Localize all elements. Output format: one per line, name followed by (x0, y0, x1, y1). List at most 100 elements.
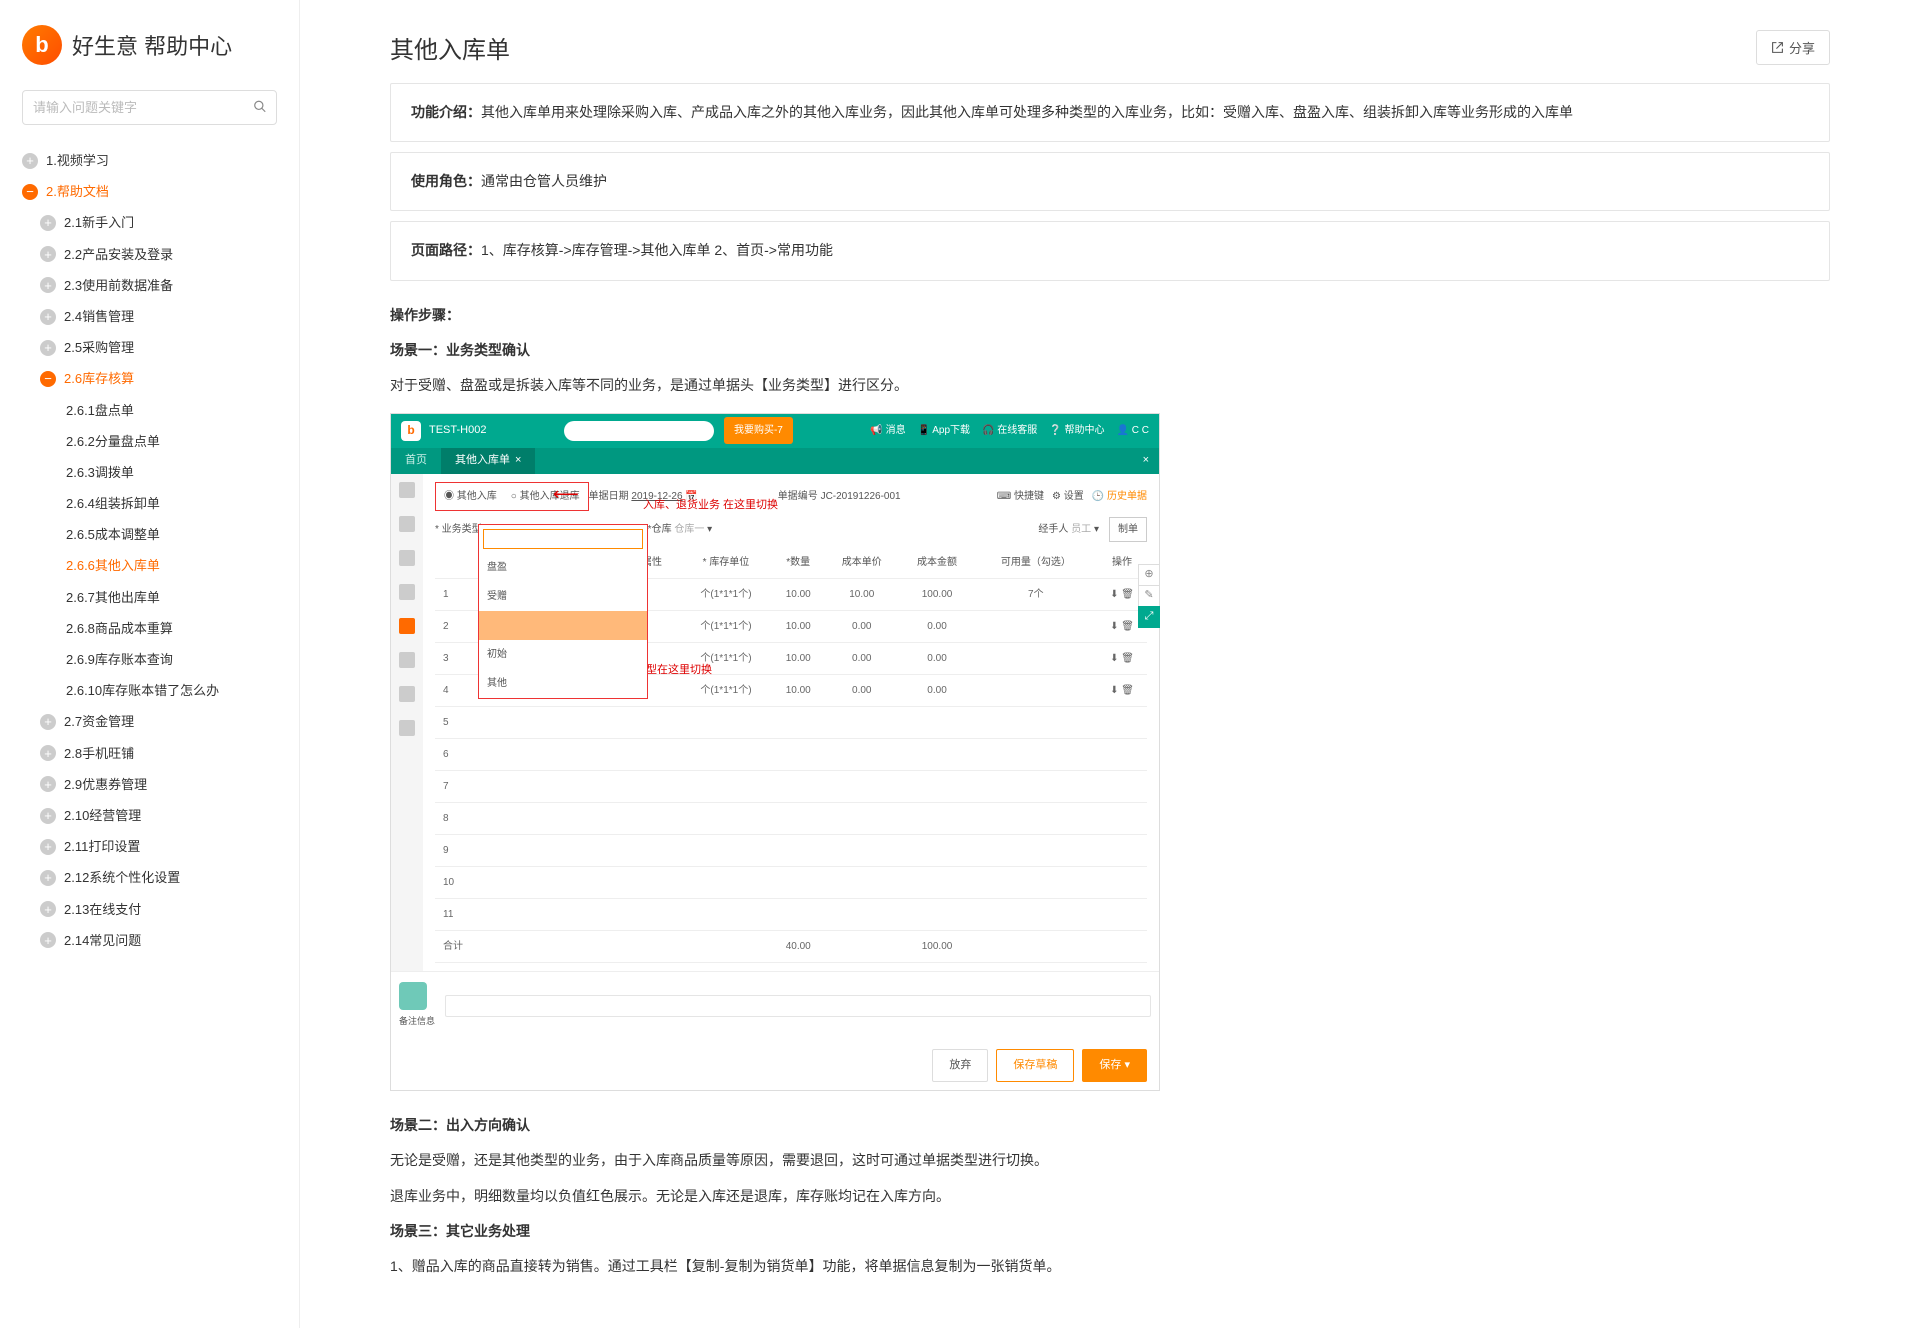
nav-2-6-8[interactable]: 2.6.8商品成本重算 (22, 613, 277, 644)
plus-icon: + (40, 745, 56, 761)
nav-2-5[interactable]: +2.5采购管理 (22, 332, 277, 363)
shot-nav-icon (399, 618, 415, 634)
shot-docno: 单据编号 JC-20191226-001 (778, 486, 901, 507)
nav-2-7[interactable]: +2.7资金管理 (22, 706, 277, 737)
nav-2-6[interactable]: −2.6库存核算 (22, 363, 277, 394)
shot-service: 🎧 在线客服 (982, 420, 1037, 441)
nav-2-6-3[interactable]: 2.6.3调拨单 (22, 457, 277, 488)
article-body: 操作步骤： 场景一：业务类型确认 对于受赠、盘盈或是拆装入库等不同的业务，是通过… (390, 301, 1830, 1282)
sidebar: b 好生意 帮助中心 +1.视频学习 −2.帮助文档 +2.1新手入门 +2.2… (0, 0, 300, 1328)
scene3-p1: 1、赠品入库的商品直接转为销售。通过工具栏【复制-复制为销货单】功能，将单据信息… (390, 1252, 1830, 1281)
brand-text: 好生意 帮助中心 (72, 29, 232, 61)
shot-tab-home: 首页 (391, 448, 441, 474)
plus-icon: + (40, 901, 56, 917)
red-arrow-icon: ⟵ (553, 476, 579, 514)
minus-icon: − (40, 371, 56, 387)
scene1-label: 场景一：业务类型确认 (390, 342, 530, 358)
shot-leftnav (391, 474, 423, 971)
shot-memo-input (445, 995, 1151, 1017)
nav-2-6-2[interactable]: 2.6.2分量盘点单 (22, 426, 277, 457)
nav-2-6-7[interactable]: 2.6.7其他出库单 (22, 582, 277, 613)
share-button[interactable]: 分享 (1756, 30, 1830, 65)
shot-help: ❔ 帮助中心 (1049, 420, 1104, 441)
shot-tab-close: × (1133, 449, 1159, 472)
scene2-p1: 无论是受赠，还是其他类型的业务，由于入库商品质量等原因，需要退回，这时可通过单据… (390, 1146, 1830, 1175)
nav-2-14[interactable]: +2.14常见问题 (22, 925, 277, 956)
scene2-p2: 退库业务中，明细数量均以负值红色展示。无论是入库还是退库，库存账均记在入库方向。 (390, 1182, 1830, 1211)
nav-2-2[interactable]: +2.2产品安装及登录 (22, 239, 277, 270)
plus-icon: + (40, 714, 56, 730)
sidetool-icon: ⤢ (1138, 606, 1160, 628)
search-icon[interactable] (253, 99, 267, 116)
shot-search (564, 421, 714, 441)
scene3-label: 场景三：其它业务处理 (390, 1223, 530, 1239)
shot-nav-icon (399, 584, 415, 600)
shot-logo-icon: b (401, 421, 421, 441)
shot-nav-icon (399, 482, 415, 498)
shot-biztype-dropdown: 盘盈 受赠 初始 其他 (478, 524, 648, 699)
nav-2-6-6[interactable]: 2.6.6其他入库单 (22, 550, 277, 581)
share-icon (1771, 41, 1784, 54)
nav-2-6-10[interactable]: 2.6.10库存账本错了怎么办 (22, 675, 277, 706)
nav-2-6-1[interactable]: 2.6.1盘点单 (22, 395, 277, 426)
plus-icon: + (40, 808, 56, 824)
shot-app: 📱 App下载 (918, 420, 970, 441)
nav-video[interactable]: +1.视频学习 (22, 145, 277, 176)
shot-make-btn: 制单 (1109, 517, 1147, 542)
shot-draft-btn: 保存草稿 (996, 1049, 1074, 1082)
nav-2-12[interactable]: +2.12系统个性化设置 (22, 862, 277, 893)
role-box: 使用角色：通常由仓管人员维护 (390, 152, 1830, 211)
nav-2-10[interactable]: +2.10经营管理 (22, 800, 277, 831)
shot-radio-in: ◉ 其他入库 (444, 486, 497, 507)
nav-tree: +1.视频学习 −2.帮助文档 +2.1新手入门 +2.2产品安装及登录 +2.… (22, 145, 277, 956)
nav-2-1[interactable]: +2.1新手入门 (22, 207, 277, 238)
nav-docs[interactable]: −2.帮助文档 (22, 176, 277, 207)
intro-box: 功能介绍：其他入库单用来处理除采购入库、产成品入库之外的其他入库业务，因此其他入… (390, 83, 1830, 142)
plus-icon: + (40, 932, 56, 948)
shot-side-tools: ⊕ ✎ ⤢ (1138, 564, 1160, 627)
shot-topbar: b TEST-H002 我要购买-7 📢 消息 📱 App下载 🎧 在线客服 ❔… (391, 414, 1159, 448)
plus-icon: + (40, 246, 56, 262)
nav-2-3[interactable]: +2.3使用前数据准备 (22, 270, 277, 301)
plus-icon: + (40, 776, 56, 792)
plus-icon: + (40, 277, 56, 293)
plus-icon: + (22, 153, 38, 169)
shot-msg: 📢 消息 (870, 420, 905, 441)
brand-row: b 好生意 帮助中心 (22, 25, 277, 65)
nav-2-11[interactable]: +2.11打印设置 (22, 831, 277, 862)
shot-nav-icon (399, 686, 415, 702)
shot-footer: 放弃 保存草稿 保存 ▾ (391, 1041, 1159, 1090)
shot-nav-icon (399, 652, 415, 668)
memo-icon (399, 982, 427, 1010)
nav-2-8[interactable]: +2.8手机旺铺 (22, 738, 277, 769)
nav-2-6-4[interactable]: 2.6.4组装拆卸单 (22, 488, 277, 519)
nav-2-13[interactable]: +2.13在线支付 (22, 894, 277, 925)
plus-icon: + (40, 309, 56, 325)
search-box (22, 90, 277, 125)
steps-label: 操作步骤： (390, 307, 460, 323)
shot-tabs: 首页 其他入库单× × (391, 448, 1159, 474)
nav-2-4[interactable]: +2.4销售管理 (22, 301, 277, 332)
shot-nav-icon (399, 720, 415, 736)
search-input[interactable] (22, 90, 277, 125)
nav-2-6-5[interactable]: 2.6.5成本调整单 (22, 519, 277, 550)
shot-memo-row: 备注信息 (391, 971, 1159, 1041)
sidetool-icon: ⊕ (1138, 564, 1160, 586)
shot-nav-icon (399, 516, 415, 532)
sidetool-icon: ✎ (1138, 585, 1160, 607)
shot-nav-icon (399, 550, 415, 566)
shot-tab-doc: 其他入库单× (441, 448, 535, 474)
path-box: 页面路径：1、库存核算->库存管理->其他入库单 2、首页->常用功能 (390, 221, 1830, 280)
screenshot-1: b TEST-H002 我要购买-7 📢 消息 📱 App下载 🎧 在线客服 ❔… (390, 413, 1830, 1091)
red-annotation-1: 入库、退货业务 在这里切换 (643, 494, 778, 517)
plus-icon: + (40, 215, 56, 231)
main-content: 其他入库单 分享 功能介绍：其他入库单用来处理除采购入库、产成品入库之外的其他入… (300, 0, 1920, 1328)
minus-icon: − (22, 184, 38, 200)
logo-icon: b (22, 25, 62, 65)
scene2-label: 场景二：出入方向确认 (390, 1117, 530, 1133)
nav-2-6-9[interactable]: 2.6.9库存账本查询 (22, 644, 277, 675)
page-title: 其他入库单 (390, 30, 510, 65)
plus-icon: + (40, 340, 56, 356)
scene1-text: 对于受赠、盘盈或是拆装入库等不同的业务，是通过单据头【业务类型】进行区分。 (390, 371, 1830, 400)
nav-2-9[interactable]: +2.9优惠券管理 (22, 769, 277, 800)
